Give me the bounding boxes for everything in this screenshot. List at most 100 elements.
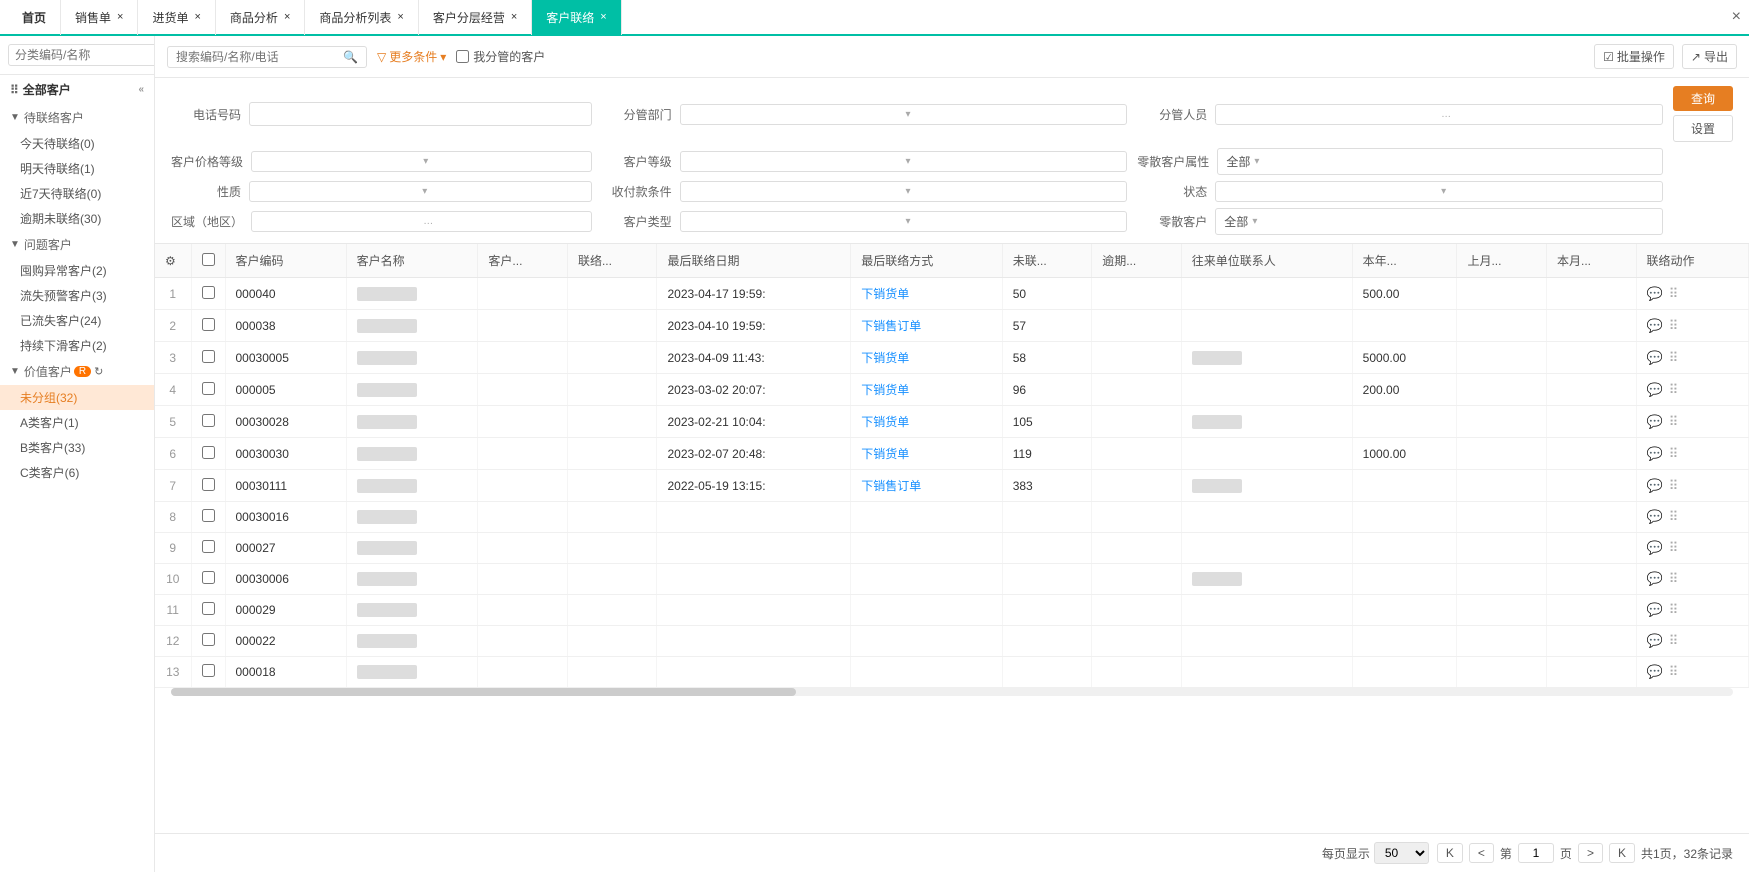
sidebar-group-pending[interactable]: ▼ 待联络客户 <box>0 104 154 131</box>
tab-customer-segment-close[interactable]: × <box>511 11 517 23</box>
last-method-link[interactable]: 下销货单 <box>861 351 909 365</box>
gender-select[interactable]: ▾ <box>249 181 592 202</box>
chat-icon[interactable]: 💬 <box>1647 602 1663 618</box>
tab-product-list-close[interactable]: × <box>397 11 403 23</box>
batch-operation-button[interactable]: ☑ 批量操作 <box>1594 44 1674 69</box>
my-customers-check[interactable] <box>456 50 469 63</box>
tab-product-list[interactable]: 商品分析列表 × <box>305 0 418 35</box>
sidebar-item-declining[interactable]: 持续下滑客户(2) <box>0 333 154 358</box>
chat-icon[interactable]: 💬 <box>1647 633 1663 649</box>
last-method-link[interactable]: 下销售订单 <box>861 319 921 333</box>
more-actions-icon[interactable]: ⠿ <box>1669 414 1679 430</box>
sidebar-item-today[interactable]: 今天待联络(0) <box>0 131 154 156</box>
tab-customer-contact[interactable]: 客户联络 × <box>532 0 621 35</box>
chat-icon[interactable]: 💬 <box>1647 350 1663 366</box>
chat-icon[interactable]: 💬 <box>1647 478 1663 494</box>
retail-customer-select[interactable]: 全部 ▾ <box>1215 208 1663 235</box>
manager-select[interactable]: … <box>1215 104 1663 125</box>
sidebar-item-ungrouped[interactable]: 未分组(32) <box>0 385 154 410</box>
sidebar-item-churn-warning[interactable]: 流失预警客户(3) <box>0 283 154 308</box>
price-level-select[interactable]: ▾ <box>251 151 592 172</box>
more-conditions-button[interactable]: ▽ 更多条件 ▾ <box>377 48 446 65</box>
tab-sales-close[interactable]: × <box>117 11 123 23</box>
sidebar-item-class-c[interactable]: C类客户(6) <box>0 460 154 485</box>
chat-icon[interactable]: 💬 <box>1647 318 1663 334</box>
next-page-button[interactable]: > <box>1578 843 1603 863</box>
sidebar-item-7days[interactable]: 近7天待联络(0) <box>0 181 154 206</box>
chat-icon[interactable]: 💬 <box>1647 664 1663 680</box>
more-actions-icon[interactable]: ⠿ <box>1669 602 1679 618</box>
page-size-select[interactable]: 50100200 <box>1374 842 1429 864</box>
row-checkbox[interactable] <box>191 438 225 470</box>
tab-product-analysis-close[interactable]: × <box>284 11 290 23</box>
more-actions-icon[interactable]: ⠿ <box>1669 540 1679 556</box>
sidebar-item-class-a[interactable]: A类客户(1) <box>0 410 154 435</box>
tab-purchase[interactable]: 进货单 × <box>138 0 215 35</box>
th-settings[interactable]: ⚙ <box>155 244 191 278</box>
last-page-button[interactable]: K <box>1609 843 1635 863</box>
row-checkbox[interactable] <box>191 626 225 657</box>
more-actions-icon[interactable]: ⠿ <box>1669 478 1679 494</box>
chat-icon[interactable]: 💬 <box>1647 414 1663 430</box>
search-input[interactable] <box>176 50 343 64</box>
sidebar-item-overdue[interactable]: 逾期未联络(30) <box>0 206 154 231</box>
row-checkbox[interactable] <box>191 342 225 374</box>
customer-type-select[interactable]: ▾ <box>680 211 1128 232</box>
window-close-button[interactable]: × <box>1732 8 1741 26</box>
export-button[interactable]: ↗ 导出 <box>1682 44 1737 69</box>
last-method-link[interactable]: 下销货单 <box>861 447 909 461</box>
sidebar-item-class-b[interactable]: B类客户(33) <box>0 435 154 460</box>
select-all-checkbox[interactable] <box>202 253 215 266</box>
prev-page-button[interactable]: < <box>1469 843 1494 863</box>
chat-icon[interactable]: 💬 <box>1647 382 1663 398</box>
page-number-input[interactable] <box>1518 843 1554 863</box>
refresh-icon[interactable]: ↻ <box>94 365 103 378</box>
search-button[interactable]: 查询 <box>1673 86 1733 111</box>
first-page-button[interactable]: K <box>1437 843 1463 863</box>
reset-button[interactable]: 设置 <box>1673 115 1733 142</box>
tab-sales[interactable]: 销售单 × <box>61 0 138 35</box>
row-checkbox[interactable] <box>191 657 225 688</box>
last-method-link[interactable]: 下销货单 <box>861 383 909 397</box>
status-select[interactable]: ▾ <box>1215 181 1663 202</box>
more-actions-icon[interactable]: ⠿ <box>1669 318 1679 334</box>
row-checkbox[interactable] <box>191 595 225 626</box>
last-method-link[interactable]: 下销售订单 <box>861 479 921 493</box>
sidebar-group-problem[interactable]: ▼ 问题客户 <box>0 231 154 258</box>
row-checkbox[interactable] <box>191 406 225 438</box>
search-icon[interactable]: 🔍 <box>343 50 358 64</box>
row-checkbox[interactable] <box>191 470 225 502</box>
sidebar-all-customers[interactable]: ⠿ 全部客户 « <box>0 75 154 104</box>
tab-purchase-close[interactable]: × <box>194 11 200 23</box>
row-checkbox[interactable] <box>191 278 225 310</box>
customer-level-select[interactable]: ▾ <box>680 151 1128 172</box>
last-method-link[interactable]: 下销货单 <box>861 415 909 429</box>
payment-select[interactable]: ▾ <box>680 181 1128 202</box>
retail-attr-select[interactable]: 全部 ▾ <box>1217 148 1663 175</box>
category-search-input[interactable] <box>8 44 155 66</box>
sidebar-group-value[interactable]: ▼ 价值客户 R ↻ <box>0 358 154 385</box>
row-checkbox[interactable] <box>191 374 225 406</box>
tab-customer-contact-close[interactable]: × <box>600 11 606 23</box>
chat-icon[interactable]: 💬 <box>1647 446 1663 462</box>
row-checkbox[interactable] <box>191 533 225 564</box>
chat-icon[interactable]: 💬 <box>1647 286 1663 302</box>
phone-input[interactable] <box>249 102 592 126</box>
more-actions-icon[interactable]: ⠿ <box>1669 350 1679 366</box>
my-customers-checkbox[interactable]: 我分管的客户 <box>456 48 545 65</box>
row-checkbox[interactable] <box>191 502 225 533</box>
chat-icon[interactable]: 💬 <box>1647 540 1663 556</box>
last-method-link[interactable]: 下销货单 <box>861 287 909 301</box>
more-actions-icon[interactable]: ⠿ <box>1669 509 1679 525</box>
dept-select[interactable]: ▾ <box>680 104 1128 125</box>
chat-icon[interactable]: 💬 <box>1647 509 1663 525</box>
more-actions-icon[interactable]: ⠿ <box>1669 446 1679 462</box>
sidebar-item-churned[interactable]: 已流失客户(24) <box>0 308 154 333</box>
more-actions-icon[interactable]: ⠿ <box>1669 633 1679 649</box>
sidebar-collapse-icon[interactable]: « <box>138 84 144 95</box>
more-actions-icon[interactable]: ⠿ <box>1669 664 1679 680</box>
more-actions-icon[interactable]: ⠿ <box>1669 382 1679 398</box>
row-checkbox[interactable] <box>191 310 225 342</box>
row-checkbox[interactable] <box>191 564 225 595</box>
more-actions-icon[interactable]: ⠿ <box>1669 571 1679 587</box>
